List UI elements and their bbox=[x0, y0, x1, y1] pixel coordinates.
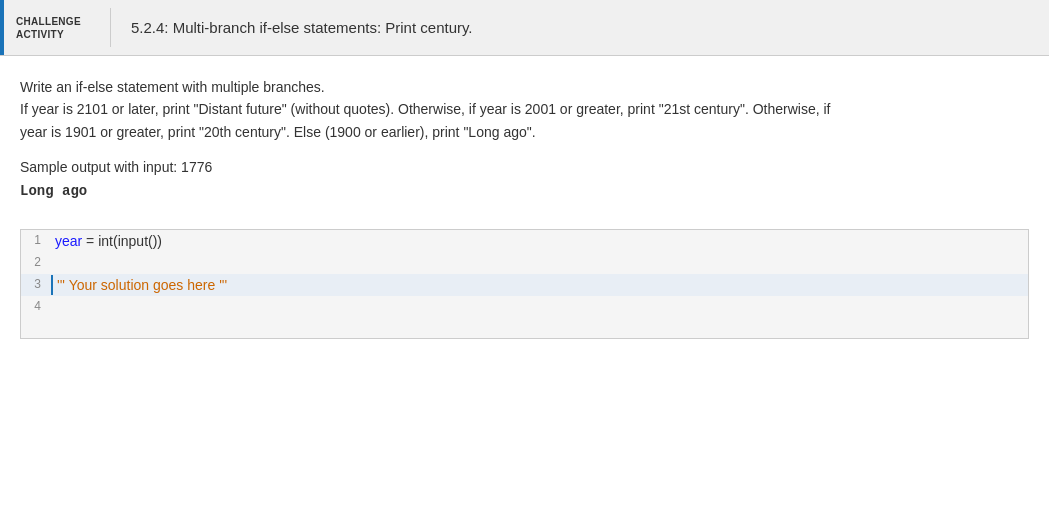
line-content-4 bbox=[51, 297, 1028, 301]
sample-output-value: Long ago bbox=[20, 183, 1029, 199]
main-content: Write an if-else statement with multiple… bbox=[0, 56, 1049, 349]
line-content-1: year = int(input()) bbox=[51, 231, 1028, 251]
sample-output-label: Sample output with input: 1776 bbox=[20, 159, 1029, 175]
challenge-activity-badge: CHALLENGE ACTIVITY bbox=[0, 0, 110, 55]
activity-description: Write an if-else statement with multiple… bbox=[20, 76, 1029, 143]
code-editor[interactable]: 1 year = int(input()) 2 3 ''' Your solut… bbox=[20, 229, 1029, 339]
line-content-2 bbox=[51, 253, 1028, 257]
challenge-label-text: CHALLENGE ACTIVITY bbox=[16, 15, 81, 41]
page-header: CHALLENGE ACTIVITY 5.2.4: Multi-branch i… bbox=[0, 0, 1049, 56]
line-number-1: 1 bbox=[21, 231, 51, 247]
line-number-3: 3 bbox=[21, 275, 51, 291]
code-line-2[interactable]: 2 bbox=[21, 252, 1028, 274]
code-line-1[interactable]: 1 year = int(input()) bbox=[21, 230, 1028, 252]
line-number-4: 4 bbox=[21, 297, 51, 313]
code-line-4[interactable]: 4 bbox=[21, 296, 1028, 318]
line-number-2: 2 bbox=[21, 253, 51, 269]
line-content-3: ''' Your solution goes here ''' bbox=[51, 275, 1028, 295]
activity-title: 5.2.4: Multi-branch if-else statements: … bbox=[111, 0, 493, 55]
code-line-3[interactable]: 3 ''' Your solution goes here ''' bbox=[21, 274, 1028, 296]
